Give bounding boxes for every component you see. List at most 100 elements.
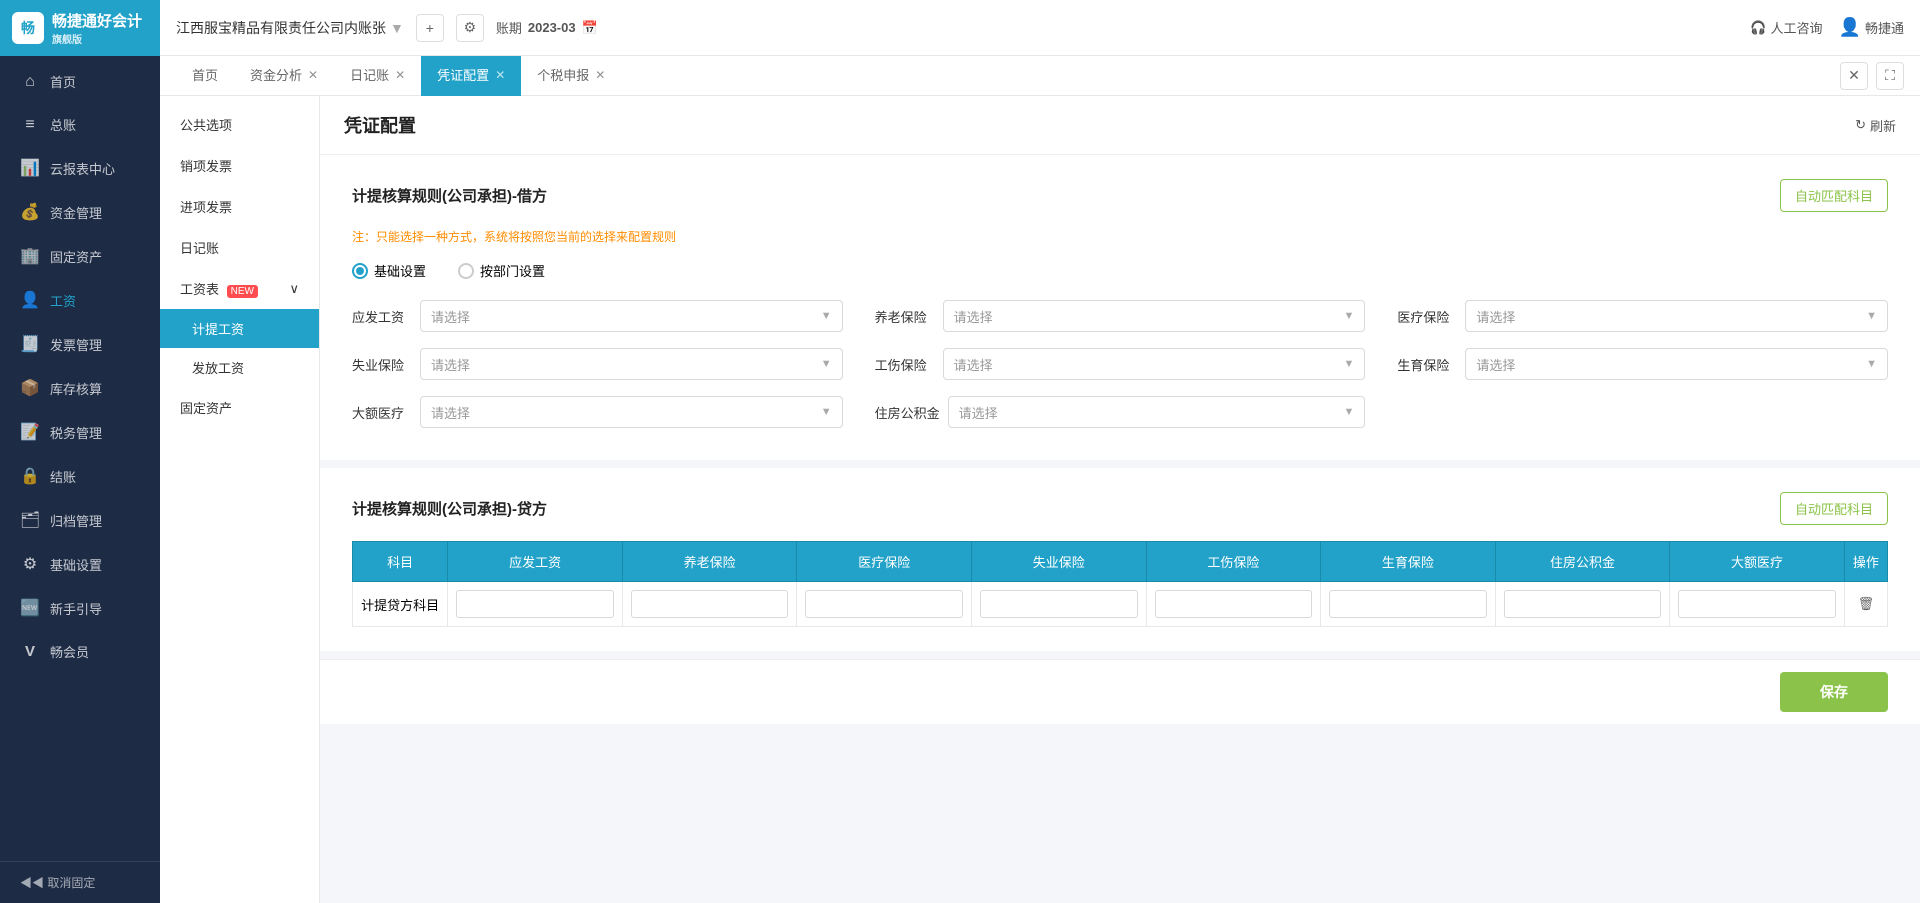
row-label: 计提贷方科目 <box>353 582 448 627</box>
content-area: 公共选项 销项发票 进项发票 日记账 工资表 NEW ∨ 计提工资 <box>160 96 1920 903</box>
debit-section: 计提核算规则(公司承担)-借方 自动匹配科目 注：只能选择一种方式，系统将按照您… <box>320 155 1920 468</box>
delete-icon[interactable]: 🗑 <box>1858 596 1875 611</box>
menu-item-payroll-pay[interactable]: 发放工资 <box>160 348 319 387</box>
tab-journal[interactable]: 日记账 ✕ <box>334 56 421 96</box>
guide-icon: 🆕 <box>20 598 40 618</box>
unemployment-select-arrow: ▼ <box>821 358 832 370</box>
sidebar-item-assets[interactable]: 🏢 固定资产 <box>0 234 160 278</box>
vip-icon: V <box>20 643 40 660</box>
cancel-fixed-button[interactable]: ◀◀ 取消固定 <box>0 861 160 903</box>
company-selector[interactable]: 江西服宝精品有限责任公司内账张 ▼ <box>176 18 404 38</box>
calendar-icon: 📅 <box>582 20 598 36</box>
input-credit-pension[interactable] <box>631 590 789 618</box>
input-credit-unemployment[interactable] <box>980 590 1138 618</box>
credit-auto-match-button[interactable]: 自动匹配科目 <box>1780 492 1888 525</box>
menu-item-sales[interactable]: 销项发票 <box>160 145 319 186</box>
sidebar: 畅 畅捷通好会计 旗舰版 ⌂ 首页 ≡ 总账 📊 云报表中心 💰 资金管理 🏢 … <box>0 0 160 903</box>
col-injury: 工伤保险 <box>1146 542 1321 582</box>
debit-radio-group: 基础设置 按部门设置 <box>352 261 1888 280</box>
sidebar-item-ledger[interactable]: ≡ 总账 <box>0 103 160 146</box>
housing-select-arrow: ▼ <box>1343 406 1354 418</box>
debit-auto-match-button[interactable]: 自动匹配科目 <box>1780 179 1888 212</box>
input-credit-housing[interactable] <box>1504 590 1662 618</box>
tab-journal-close[interactable]: ✕ <box>395 68 405 82</box>
housing-label: 住房公积金 <box>875 403 940 422</box>
pension-select-arrow: ▼ <box>1343 310 1354 322</box>
input-credit-salary[interactable] <box>456 590 614 618</box>
menu-item-payroll-calc[interactable]: 计提工资 <box>160 309 319 348</box>
debit-section-title: 计提核算规则(公司承担)-借方 <box>352 185 547 206</box>
col-pension: 养老保险 <box>622 542 797 582</box>
add-button[interactable]: + <box>416 14 444 42</box>
input-credit-injury[interactable] <box>1155 590 1313 618</box>
refresh-icon: ↻ <box>1855 117 1866 133</box>
sidebar-item-reports[interactable]: 📊 云报表中心 <box>0 146 160 190</box>
user-button[interactable]: 👤 畅捷通 <box>1839 17 1904 38</box>
tab-funds[interactable]: 资金分析 ✕ <box>234 56 334 96</box>
menu-item-journal[interactable]: 日记账 <box>160 227 319 268</box>
sidebar-item-closing[interactable]: 🔒 结账 <box>0 454 160 498</box>
sidebar-item-inventory[interactable]: 📦 库存核算 <box>0 366 160 410</box>
medical-select-arrow: ▼ <box>1866 310 1877 322</box>
form-row-large-medical: 大额医疗 请选择 ▼ <box>352 396 843 428</box>
menu-item-public[interactable]: 公共选项 <box>160 104 319 145</box>
save-button[interactable]: 保存 <box>1780 672 1888 712</box>
input-credit-medical[interactable] <box>805 590 963 618</box>
menu-item-payroll-table[interactable]: 工资表 NEW ∨ <box>160 268 319 309</box>
consultant-button[interactable]: 🎧 人工咨询 <box>1750 18 1822 37</box>
housing-select[interactable]: 请选择 ▼ <box>948 396 1366 428</box>
left-menu: 公共选项 销项发票 进项发票 日记账 工资表 NEW ∨ 计提工资 <box>160 96 320 903</box>
unemployment-label: 失业保险 <box>352 355 412 374</box>
refresh-button[interactable]: ↻ 刷新 <box>1855 116 1896 135</box>
sidebar-nav: ⌂ 首页 ≡ 总账 📊 云报表中心 💰 资金管理 🏢 固定资产 👤 工资 🧾 发… <box>0 56 160 861</box>
sidebar-item-salary[interactable]: 👤 工资 <box>0 278 160 322</box>
menu-item-fixed-assets[interactable]: 固定资产 <box>160 387 319 428</box>
headset-icon: 🎧 <box>1750 20 1766 36</box>
period-selector[interactable]: 账期 2023-03 📅 <box>496 18 598 37</box>
page-content: 凭证配置 ↻ 刷新 计提核算规则(公司承担)-借方 自动匹配科目 注：只能选择一… <box>320 96 1920 903</box>
settings-button[interactable]: ⚙ <box>456 14 484 42</box>
col-unemployment: 失业保险 <box>972 542 1147 582</box>
maternity-select[interactable]: 请选择 ▼ <box>1465 348 1888 380</box>
pension-select[interactable]: 请选择 ▼ <box>943 300 1366 332</box>
large-medical-select[interactable]: 请选择 ▼ <box>420 396 843 428</box>
cell-medical <box>797 582 972 627</box>
tab-voucher[interactable]: 凭证配置 ✕ <box>421 56 521 96</box>
medical-select[interactable]: 请选择 ▼ <box>1465 300 1888 332</box>
cell-operation: 🗑 <box>1844 582 1887 627</box>
fullscreen-button[interactable]: ⛶ <box>1876 62 1904 90</box>
col-subject: 科目 <box>353 542 448 582</box>
reports-icon: 📊 <box>20 158 40 178</box>
sidebar-item-invoice[interactable]: 🧾 发票管理 <box>0 322 160 366</box>
sidebar-item-guide[interactable]: 🆕 新手引导 <box>0 586 160 630</box>
sidebar-item-archive[interactable]: 🗂 归档管理 <box>0 498 160 542</box>
tab-tax[interactable]: 个税申报 ✕ <box>521 56 621 96</box>
salary-select[interactable]: 请选择 ▼ <box>420 300 843 332</box>
close-window-button[interactable]: ✕ <box>1840 62 1868 90</box>
tab-voucher-close[interactable]: ✕ <box>495 68 505 82</box>
menu-item-purchase[interactable]: 进项发票 <box>160 186 319 227</box>
pension-label: 养老保险 <box>875 307 935 326</box>
tab-funds-close[interactable]: ✕ <box>308 68 318 82</box>
unemployment-select[interactable]: 请选择 ▼ <box>420 348 843 380</box>
injury-select[interactable]: 请选择 ▼ <box>943 348 1366 380</box>
cell-maternity <box>1321 582 1496 627</box>
home-icon: ⌂ <box>20 73 40 91</box>
input-credit-maternity[interactable] <box>1329 590 1487 618</box>
sidebar-logo: 畅 畅捷通好会计 旗舰版 <box>0 0 160 56</box>
tab-tax-close[interactable]: ✕ <box>595 68 605 82</box>
sidebar-item-tax[interactable]: 📝 税务管理 <box>0 410 160 454</box>
credit-section: 计提核算规则(公司承担)-贷方 自动匹配科目 科目 应发工资 养老保险 医疗保险… <box>320 468 1920 659</box>
tab-home[interactable]: 首页 <box>176 56 234 96</box>
user-icon: 👤 <box>1839 17 1861 38</box>
sidebar-item-home[interactable]: ⌂ 首页 <box>0 60 160 103</box>
sidebar-item-vip[interactable]: V 畅会员 <box>0 630 160 673</box>
input-credit-large-medical[interactable] <box>1678 590 1836 618</box>
archive-icon: 🗂 <box>20 510 40 530</box>
large-medical-select-arrow: ▼ <box>821 406 832 418</box>
sidebar-item-funds[interactable]: 💰 资金管理 <box>0 190 160 234</box>
sidebar-item-settings[interactable]: ⚙ 基础设置 <box>0 542 160 586</box>
assets-icon: 🏢 <box>20 246 40 266</box>
radio-department-setting[interactable]: 按部门设置 <box>458 261 545 280</box>
radio-basic-setting[interactable]: 基础设置 <box>352 261 426 280</box>
